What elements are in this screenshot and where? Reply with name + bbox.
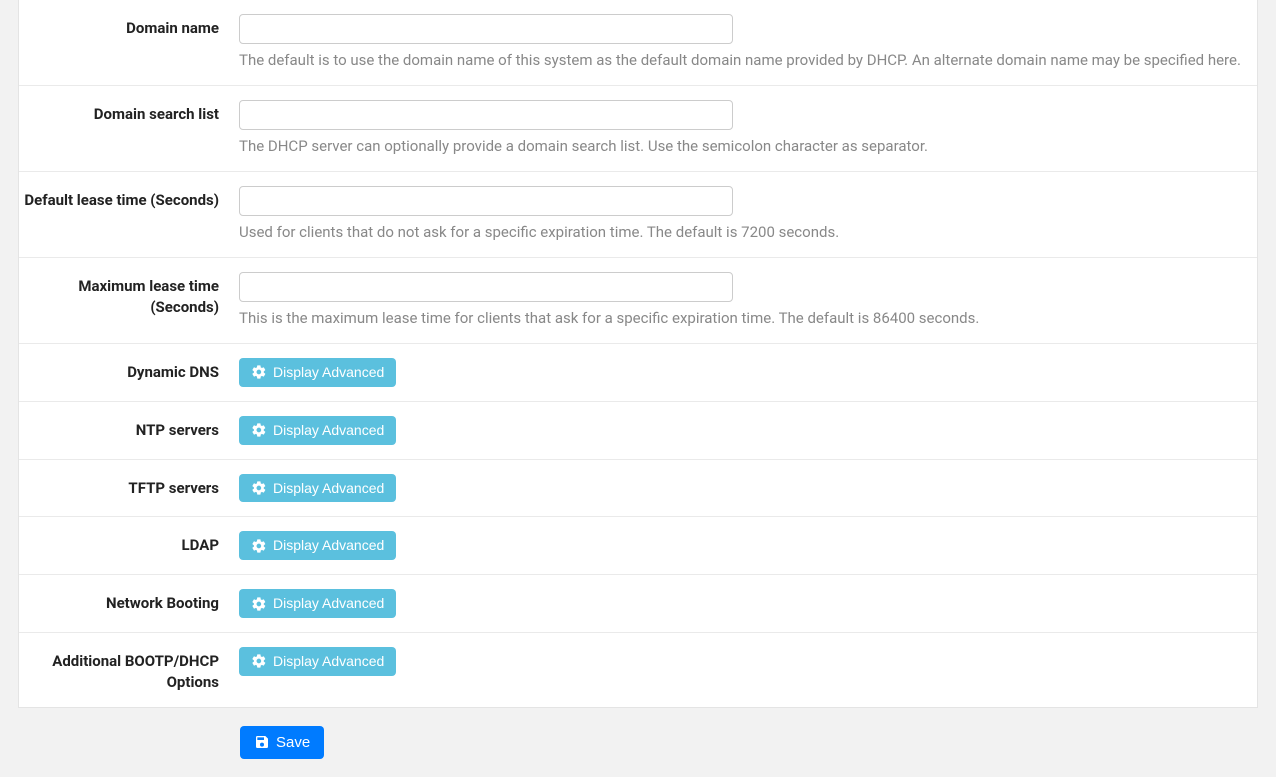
label-dynamic-dns: Dynamic DNS <box>19 358 239 387</box>
row-ldap: LDAP Display Advanced <box>19 517 1257 575</box>
row-tftp: TFTP servers Display Advanced <box>19 460 1257 518</box>
row-default-lease: Default lease time (Seconds) Used for cl… <box>19 172 1257 258</box>
row-domain-name: Domain name The default is to use the do… <box>19 0 1257 86</box>
label-netboot: Network Booting <box>19 589 239 618</box>
row-max-lease: Maximum lease time (Seconds) This is the… <box>19 258 1257 344</box>
button-dynamic-dns-advanced[interactable]: Display Advanced <box>239 358 396 387</box>
help-domain-search-list: The DHCP server can optionally provide a… <box>239 136 1241 157</box>
help-domain-name: The default is to use the domain name of… <box>239 50 1241 71</box>
button-bootp-advanced[interactable]: Display Advanced <box>239 647 396 676</box>
input-default-lease[interactable] <box>239 186 733 216</box>
button-tftp-advanced[interactable]: Display Advanced <box>239 474 396 503</box>
save-button-label: Save <box>276 734 310 751</box>
help-max-lease: This is the maximum lease time for clien… <box>239 308 1241 329</box>
label-ntp: NTP servers <box>19 416 239 445</box>
save-button[interactable]: Save <box>240 726 324 759</box>
gear-icon <box>251 596 267 612</box>
save-icon <box>254 734 270 750</box>
label-tftp: TFTP servers <box>19 474 239 503</box>
button-tftp-label: Display Advanced <box>273 480 384 497</box>
button-netboot-label: Display Advanced <box>273 595 384 612</box>
gear-icon <box>251 538 267 554</box>
button-dynamic-dns-label: Display Advanced <box>273 364 384 381</box>
row-domain-search-list: Domain search list The DHCP server can o… <box>19 86 1257 172</box>
label-ldap: LDAP <box>19 531 239 560</box>
button-netboot-advanced[interactable]: Display Advanced <box>239 589 396 618</box>
input-domain-name[interactable] <box>239 14 733 44</box>
label-domain-search-list: Domain search list <box>19 100 239 157</box>
gear-icon <box>251 422 267 438</box>
row-dynamic-dns: Dynamic DNS Display Advanced <box>19 344 1257 402</box>
dhcp-settings-panel: Domain name The default is to use the do… <box>18 0 1258 708</box>
button-ldap-label: Display Advanced <box>273 537 384 554</box>
label-max-lease: Maximum lease time (Seconds) <box>19 272 239 329</box>
row-bootp: Additional BOOTP/DHCP Options Display Ad… <box>19 633 1257 707</box>
button-ldap-advanced[interactable]: Display Advanced <box>239 531 396 560</box>
help-default-lease: Used for clients that do not ask for a s… <box>239 222 1241 243</box>
gear-icon <box>251 364 267 380</box>
label-bootp: Additional BOOTP/DHCP Options <box>19 647 239 693</box>
input-max-lease[interactable] <box>239 272 733 302</box>
button-ntp-advanced[interactable]: Display Advanced <box>239 416 396 445</box>
label-default-lease: Default lease time (Seconds) <box>19 186 239 243</box>
row-netboot: Network Booting Display Advanced <box>19 575 1257 633</box>
input-domain-search-list[interactable] <box>239 100 733 130</box>
gear-icon <box>251 480 267 496</box>
gear-icon <box>251 653 267 669</box>
button-ntp-label: Display Advanced <box>273 422 384 439</box>
label-domain-name: Domain name <box>19 14 239 71</box>
row-ntp: NTP servers Display Advanced <box>19 402 1257 460</box>
button-bootp-label: Display Advanced <box>273 653 384 670</box>
